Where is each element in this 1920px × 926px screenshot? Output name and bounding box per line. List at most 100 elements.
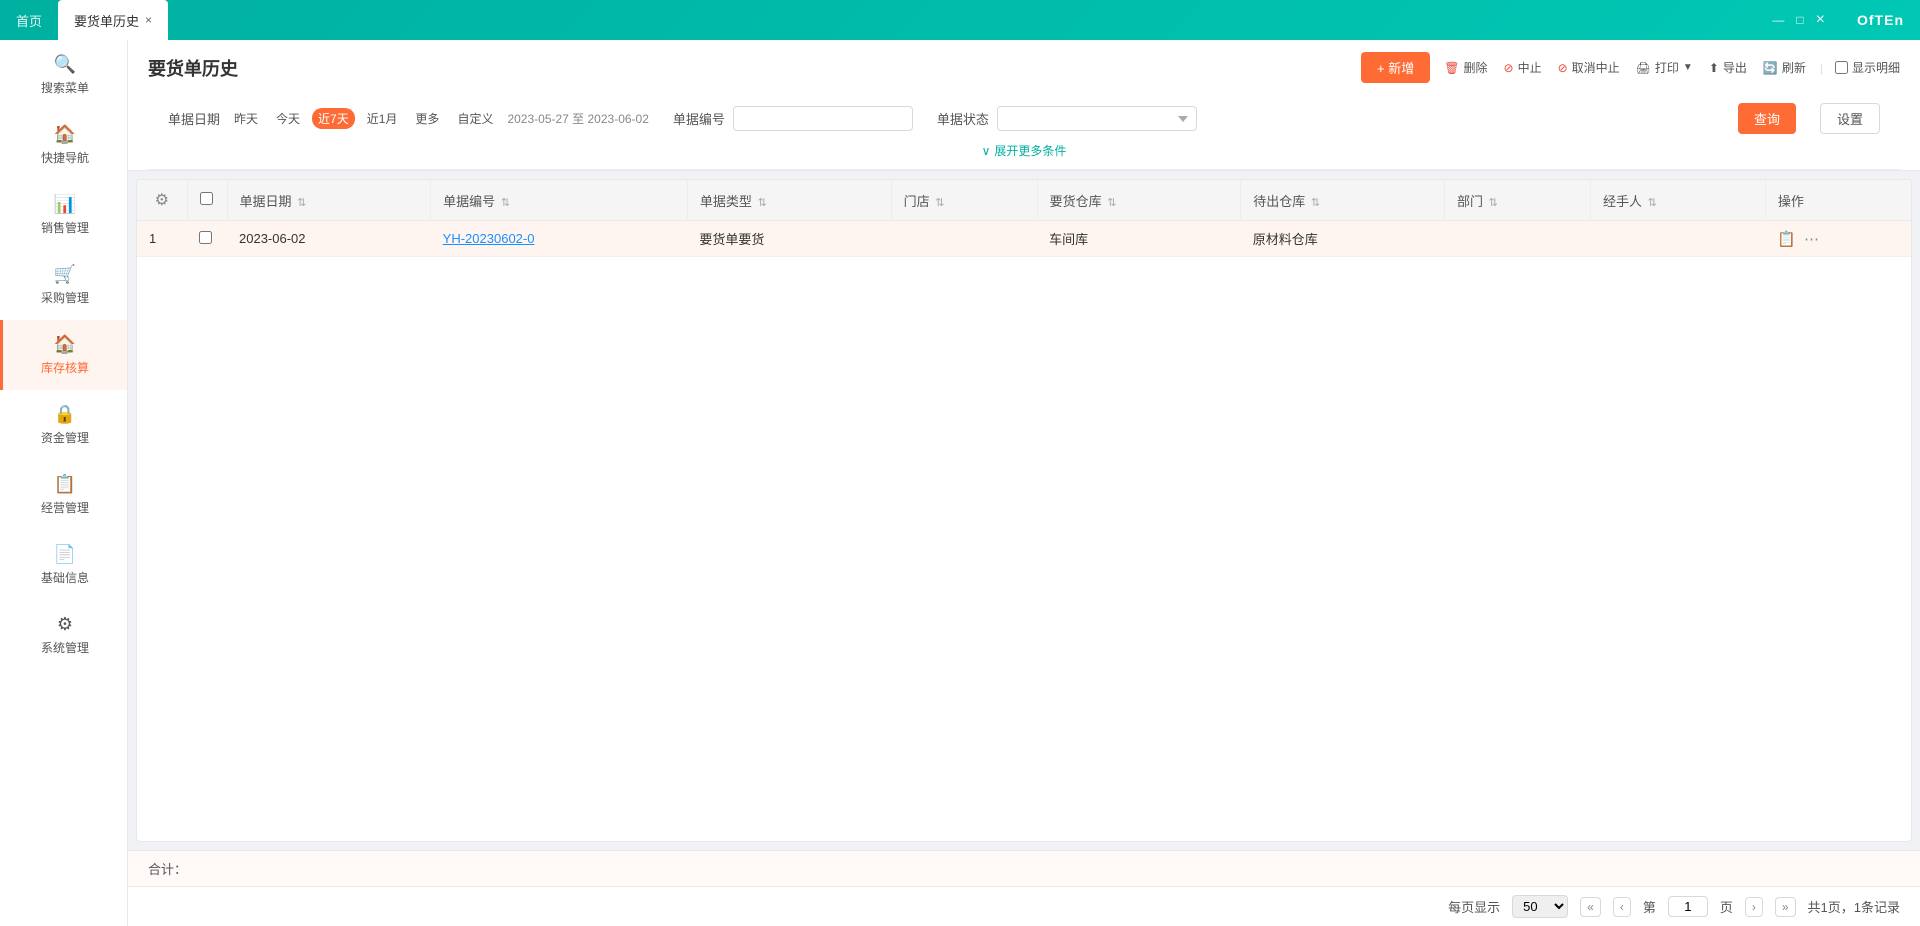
sidebar-item-sales[interactable]: 📊 销售管理 [0, 180, 127, 250]
settings-button[interactable]: 设置 [1820, 103, 1880, 134]
row-handler [1590, 221, 1765, 257]
status-select[interactable] [997, 106, 1197, 131]
page-title: 要货单历史 [148, 55, 238, 81]
table-row: 1 2023-06-02 YH-20230602-0 要货单要货 车间库 原材料… [137, 221, 1911, 257]
select-all-checkbox[interactable] [200, 192, 213, 205]
refresh-button[interactable]: 🔄 刷新 [1761, 55, 1808, 80]
first-page-button[interactable]: « [1580, 897, 1601, 917]
print-icon: 🖨 [1636, 61, 1651, 75]
store-col-header: 门店 ⇅ [891, 180, 1037, 221]
delete-button[interactable]: 🗑 删除 [1442, 55, 1489, 80]
window-close[interactable]: × [1816, 11, 1825, 29]
content-area: 要货单历史 + 新增 🗑 删除 ⊘ 中止 ⊘ 取消中止 [128, 40, 1920, 926]
refresh-icon: 🔄 [1763, 61, 1778, 75]
page-label: 第 [1643, 897, 1656, 916]
page-header: 要货单历史 + 新增 🗑 删除 ⊘ 中止 ⊘ 取消中止 [128, 40, 1920, 171]
row-order-no: YH-20230602-0 [431, 221, 688, 257]
table-settings-icon[interactable]: ⚙ [149, 190, 175, 210]
display-cell-button[interactable]: 显示明细 [1835, 59, 1900, 76]
per-page-select[interactable]: 50 10 20 100 [1512, 895, 1568, 918]
tab-home[interactable]: 首页 [0, 0, 58, 40]
row-edit-icon[interactable]: 📋 [1777, 230, 1796, 248]
export-icon: ⬆ [1709, 61, 1719, 75]
page-input[interactable] [1668, 896, 1708, 917]
table-area: ⚙ 单据日期 ⇅ 单据编号 ⇅ [136, 179, 1912, 842]
row-more-icon[interactable]: ⋯ [1804, 230, 1819, 248]
shortcut-custom[interactable]: 自定义 [451, 108, 499, 129]
query-button[interactable]: 查询 [1738, 103, 1796, 134]
display-cell-checkbox[interactable] [1835, 61, 1848, 74]
inventory-icon: 🏠 [54, 334, 76, 355]
pagination-bar: 每页显示 50 10 20 100 « ‹ 第 页 › » 共1页，1条记录 [128, 886, 1920, 926]
row-type: 要货单要货 [687, 221, 891, 257]
stop-button[interactable]: ⊘ 中止 [1502, 55, 1544, 80]
order-no-col-header: 单据编号 ⇅ [431, 180, 688, 221]
req-wh-sort-icon[interactable]: ⇅ [1107, 197, 1116, 209]
sidebar-label-finance: 资金管理 [41, 429, 89, 446]
shortcut-yesterday[interactable]: 昨天 [228, 108, 264, 129]
settings-col-header: ⚙ [137, 180, 187, 221]
window-minimize[interactable]: — [1772, 13, 1784, 27]
store-sort-icon[interactable]: ⇅ [935, 197, 944, 209]
order-no-link[interactable]: YH-20230602-0 [443, 231, 535, 246]
sidebar-label-system: 系统管理 [41, 639, 89, 656]
tab-order-history[interactable]: 要货单历史 × [58, 0, 168, 40]
row-select-checkbox[interactable] [199, 231, 212, 244]
sidebar-item-inventory[interactable]: 🏠 库存核算 [0, 320, 127, 390]
sidebar-label-operations: 经营管理 [41, 499, 89, 516]
last-page-button[interactable]: » [1775, 897, 1796, 917]
dept-col-header: 部门 ⇅ [1444, 180, 1590, 221]
page-title-row: 要货单历史 + 新增 🗑 删除 ⊘ 中止 ⊘ 取消中止 [148, 52, 1900, 83]
top-bar: 首页 要货单历史 × — □ × OfTEn [0, 0, 1920, 40]
home-icon: 🏠 [54, 124, 76, 145]
pending-wh-sort-icon[interactable]: ⇅ [1311, 197, 1320, 209]
total-info: 共1页，1条记录 [1808, 897, 1900, 916]
next-page-button[interactable]: › [1745, 897, 1763, 917]
date-filter-label: 单据日期 [168, 109, 220, 128]
type-sort-icon[interactable]: ⇅ [758, 197, 767, 209]
shortcut-7days[interactable]: 近7天 [312, 108, 355, 129]
cancel-stop-button[interactable]: ⊘ 取消中止 [1556, 55, 1622, 80]
action-col-header: 操作 [1765, 180, 1911, 221]
export-button[interactable]: ⬆ 导出 [1707, 55, 1749, 80]
top-bar-right: — □ × [1772, 11, 1841, 29]
sidebar-item-operations[interactable]: 📋 经营管理 [0, 460, 127, 530]
order-no-input[interactable] [733, 106, 913, 131]
new-button[interactable]: + 新增 [1361, 52, 1430, 83]
handler-sort-icon[interactable]: ⇅ [1648, 197, 1657, 209]
order-no-filter-group: 单据编号 [673, 106, 913, 131]
shortcut-1month[interactable]: 近1月 [361, 108, 404, 129]
sidebar-item-system[interactable]: ⚙ 系统管理 [0, 600, 127, 670]
row-store [891, 221, 1037, 257]
sidebar-item-base[interactable]: 📄 基础信息 [0, 530, 127, 600]
shortcut-today[interactable]: 今天 [270, 108, 306, 129]
sidebar-item-finance[interactable]: 🔒 资金管理 [0, 390, 127, 460]
sidebar-item-purchase[interactable]: 🛒 采购管理 [0, 250, 127, 320]
sidebar-item-search[interactable]: 🔍 搜索菜单 [0, 40, 127, 110]
date-sort-icon[interactable]: ⇅ [297, 197, 306, 209]
expand-more-icon: ∨ [982, 144, 991, 158]
gear-icon: ⚙ [57, 614, 73, 635]
delete-icon: 🗑 [1444, 61, 1459, 75]
tab-close-icon[interactable]: × [145, 13, 152, 27]
dept-sort-icon[interactable]: ⇅ [1489, 197, 1498, 209]
cancel-stop-icon: ⊘ [1558, 61, 1568, 75]
sidebar-label-inventory: 库存核算 [41, 359, 89, 376]
shortcut-more[interactable]: 更多 [409, 108, 445, 129]
prev-page-button[interactable]: ‹ [1613, 897, 1631, 917]
window-maximize[interactable]: □ [1796, 13, 1803, 27]
print-button[interactable]: 🖨 打印 ▼ [1634, 55, 1695, 80]
row-date: 2023-06-02 [227, 221, 431, 257]
total-label: 合计： [148, 859, 187, 878]
order-no-sort-icon[interactable]: ⇅ [501, 197, 510, 209]
lock-icon: 🔒 [54, 404, 76, 425]
expand-more-label: 展开更多条件 [994, 142, 1066, 159]
row-dept [1444, 221, 1590, 257]
handler-col-header: 经手人 ⇅ [1590, 180, 1765, 221]
sidebar-item-shortcut[interactable]: 🏠 快捷导航 [0, 110, 127, 180]
toolbar: + 新增 🗑 删除 ⊘ 中止 ⊘ 取消中止 🖨 打 [1361, 52, 1900, 83]
table-footer: 合计： [128, 850, 1920, 886]
pending-warehouse-col-header: 待出仓库 ⇅ [1241, 180, 1445, 221]
data-table: ⚙ 单据日期 ⇅ 单据编号 ⇅ [137, 180, 1911, 257]
expand-more-button[interactable]: ∨ 展开更多条件 [168, 142, 1880, 159]
